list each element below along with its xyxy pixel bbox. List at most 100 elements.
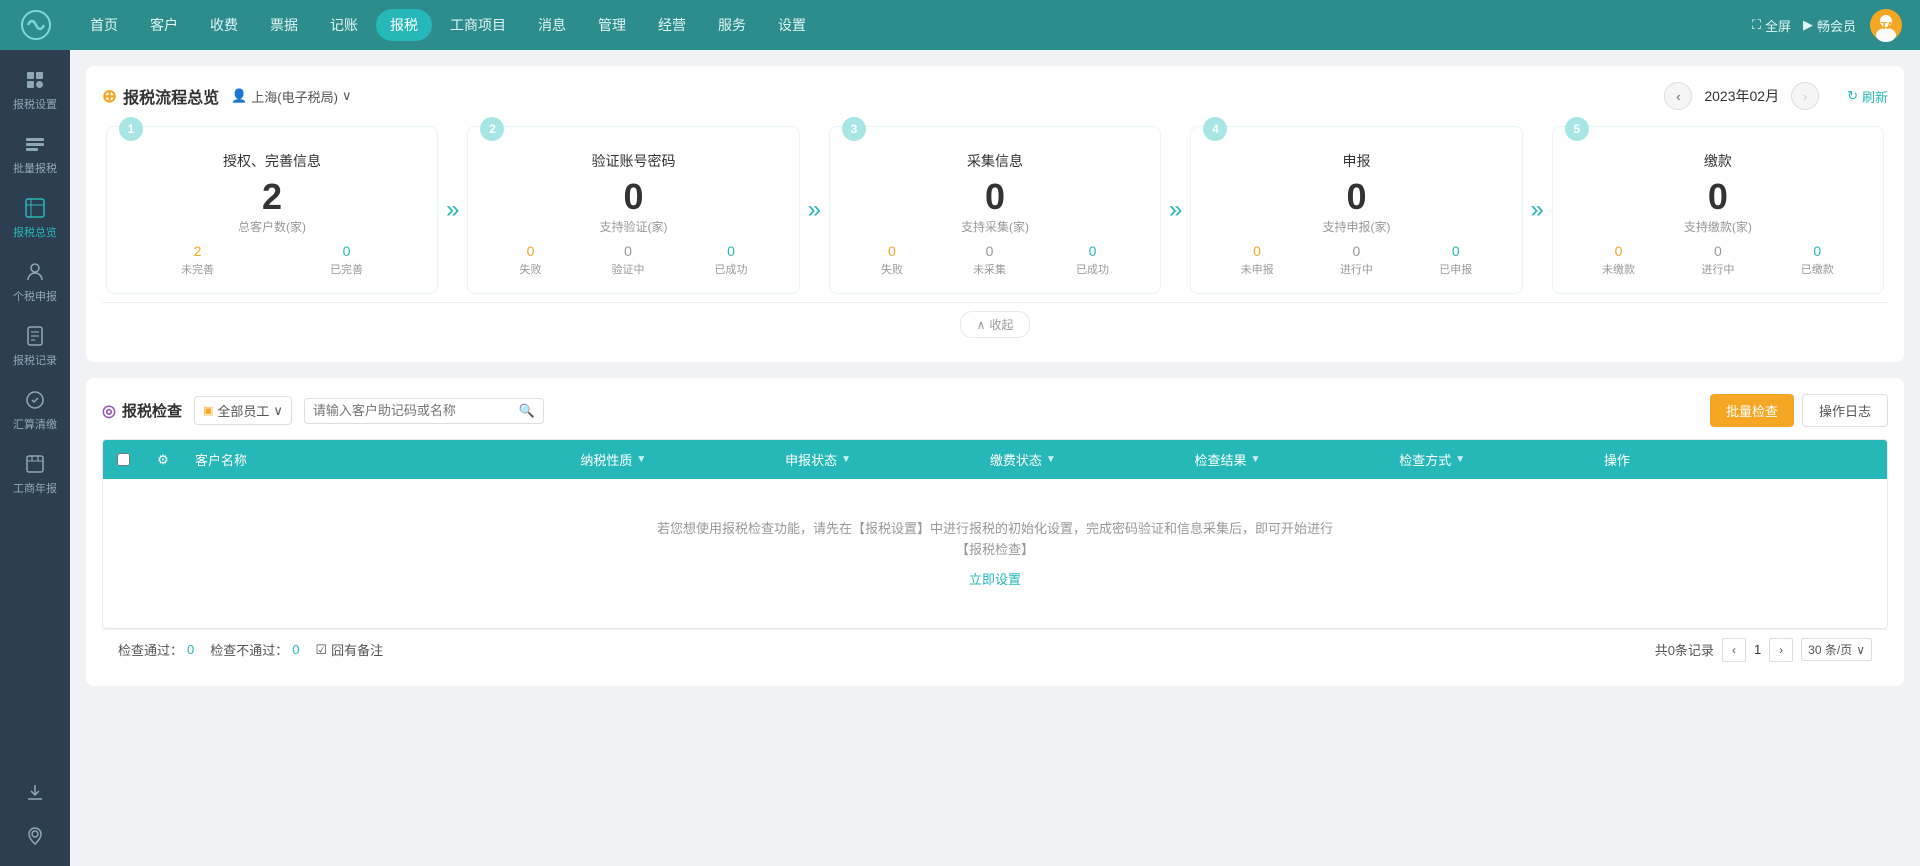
check-panel: ◎ 报税检查 ▣ 全部员工 ∨ 🔍 批量检查 操作日志 <box>86 378 1904 686</box>
tax-filter-icon[interactable]: ▼ <box>636 454 646 465</box>
step-4-number: 4 <box>1203 117 1227 141</box>
step-3-number: 3 <box>842 117 866 141</box>
dropdown-arrow-icon: ∨ <box>273 403 283 419</box>
step-3-card: 3 采集信息 0 支持采集(家) 0 失败 0 未采集 <box>829 126 1161 294</box>
select-all-checkbox[interactable] <box>117 453 130 466</box>
step-2-title: 验证账号密码 <box>484 151 782 171</box>
note-badge: ☑ 囧有备注 <box>316 640 384 659</box>
sidebar-item-download[interactable] <box>17 770 53 814</box>
result-filter-icon[interactable]: ▼ <box>1251 454 1261 465</box>
step-5-title: 缴款 <box>1569 151 1867 171</box>
nav-bills[interactable]: 票据 <box>256 9 312 41</box>
fail-count-link[interactable]: 0 <box>292 642 299 657</box>
table-footer: 检查通过： 0 检查不通过： 0 ☑ 囧有备注 共0条记录 ‹ 1 › <box>102 629 1888 670</box>
sidebar-item-personal-tax[interactable]: 个税申报 <box>0 250 70 314</box>
batch-tax-icon <box>23 132 47 156</box>
stat-paid: 0 已缴款 <box>1801 243 1834 277</box>
nav-tax[interactable]: 报税 <box>376 9 432 41</box>
declare-filter-icon[interactable]: ▼ <box>841 454 851 465</box>
sidebar-item-location[interactable] <box>17 814 53 858</box>
nav-message[interactable]: 消息 <box>524 9 580 41</box>
membership-button[interactable]: ▶ 畅会员 <box>1803 16 1856 35</box>
employee-filter[interactable]: ▣ 全部员工 ∨ <box>194 396 292 425</box>
step-2-stats: 0 失败 0 验证中 0 已成功 <box>484 243 782 277</box>
stat-complete: 0 已完善 <box>330 243 363 277</box>
th-checkbox[interactable] <box>103 443 143 476</box>
location-selector[interactable]: 👤 上海(电子税局) ∨ <box>231 87 351 106</box>
nav-business[interactable]: 工商项目 <box>436 9 520 41</box>
check-header: ◎ 报税检查 ▣ 全部员工 ∨ 🔍 批量检查 操作日志 <box>102 394 1888 427</box>
operation-log-button[interactable]: 操作日志 <box>1802 394 1888 427</box>
nav-home[interactable]: 首页 <box>76 9 132 41</box>
step-3-title: 采集信息 <box>846 151 1144 171</box>
sidebar-item-tax-record[interactable]: 报税记录 <box>0 314 70 378</box>
table-header: ⚙ 客户名称 纳税性质 ▼ 申报状态 ▼ 缴费状态 ▼ <box>103 440 1887 479</box>
fullscreen-icon: ⛶ <box>1752 17 1761 33</box>
method-filter-icon[interactable]: ▼ <box>1455 454 1465 465</box>
batch-check-button[interactable]: 批量检查 <box>1710 394 1794 427</box>
next-page-button[interactable]: › <box>1769 638 1793 662</box>
nav-service[interactable]: 服务 <box>704 9 760 41</box>
collapse-button[interactable]: ∧ 收起 <box>960 311 1031 338</box>
nav-accounting[interactable]: 记账 <box>316 9 372 41</box>
th-gear[interactable]: ⚙ <box>143 442 183 478</box>
sidebar-item-business-annual[interactable]: 工商年报 <box>0 442 70 506</box>
current-page: 1 <box>1754 642 1761 657</box>
step-3-count: 0 <box>846 175 1144 218</box>
sidebar-item-batch-tax[interactable]: 批量报税 <box>0 122 70 186</box>
arrow-3: » <box>1165 126 1186 294</box>
per-page-selector[interactable]: 30 条/页 ∨ <box>1801 638 1872 661</box>
sidebar: 报税设置 批量报税 报税总览 <box>0 50 70 866</box>
prev-page-button[interactable]: ‹ <box>1722 638 1746 662</box>
current-month: 2023年02月 <box>1704 86 1779 106</box>
play-icon: ▶ <box>1803 17 1813 33</box>
business-annual-icon <box>23 452 47 476</box>
stat-undeclared: 0 未申报 <box>1241 243 1274 277</box>
panel-header: ⊕ 报税流程总览 👤 上海(电子税局) ∨ ‹ 2023年02月 › ↻ 刷新 <box>102 82 1888 110</box>
step-1-title: 授权、完善信息 <box>123 151 421 171</box>
prev-month-button[interactable]: ‹ <box>1664 82 1692 110</box>
pass-count-link[interactable]: 0 <box>187 642 194 657</box>
nav-fees[interactable]: 收费 <box>196 9 252 41</box>
fullscreen-button[interactable]: ⛶ 全屏 <box>1752 16 1791 35</box>
nav-manage[interactable]: 管理 <box>584 9 640 41</box>
step-2-card: 2 验证账号密码 0 支持验证(家) 0 失败 0 验证中 <box>467 126 799 294</box>
setup-link[interactable]: 立即设置 <box>969 569 1021 588</box>
fail-stat: 检查不通过： 0 <box>210 640 299 659</box>
step-1-stats: 2 未完善 0 已完善 <box>123 243 421 277</box>
refresh-icon: ↻ <box>1847 88 1858 104</box>
step-1-count: 2 <box>123 175 421 218</box>
search-input[interactable] <box>313 403 515 418</box>
next-month-button[interactable]: › <box>1791 82 1819 110</box>
sidebar-item-settlement[interactable]: 汇算清缴 <box>0 378 70 442</box>
overview-panel: ⊕ 报税流程总览 👤 上海(电子税局) ∨ ‹ 2023年02月 › ↻ 刷新 <box>86 66 1904 362</box>
stat-incomplete: 2 未完善 <box>181 243 214 277</box>
sidebar-item-tax-settings[interactable]: 报税设置 <box>0 58 70 122</box>
settlement-icon <box>23 388 47 412</box>
refresh-button[interactable]: ↻ 刷新 <box>1847 87 1888 106</box>
stat-inprogress-5: 0 进行中 <box>1701 243 1734 277</box>
download-icon <box>23 780 47 804</box>
step-2-count: 0 <box>484 175 782 218</box>
per-page-arrow-icon: ∨ <box>1856 643 1865 657</box>
chevron-down-icon: ∨ <box>342 88 352 104</box>
search-icon[interactable]: 🔍 <box>519 403 535 419</box>
step-1-subtitle: 总客户数(家) <box>123 218 421 235</box>
sidebar-bottom <box>17 770 53 858</box>
avatar[interactable]: iTA <box>1868 7 1904 43</box>
table-body-empty: 若您想使用报税检查功能，请先在【报税设置】中进行报税的初始化设置，完成密码验证和… <box>103 479 1887 628</box>
th-action: 操作 <box>1592 440 1887 479</box>
chevron-up-icon: ∧ <box>977 318 986 332</box>
nav-operation[interactable]: 经营 <box>644 9 700 41</box>
step-5-number: 5 <box>1565 117 1589 141</box>
tax-overview-icon <box>23 196 47 220</box>
stat-declared: 0 已申报 <box>1439 243 1472 277</box>
pay-filter-icon[interactable]: ▼ <box>1046 454 1056 465</box>
th-check-method: 检查方式 ▼ <box>1387 440 1592 479</box>
stat-fail: 0 失败 <box>519 243 541 277</box>
nav-customer[interactable]: 客户 <box>136 9 192 41</box>
check-title: ◎ 报税检查 <box>102 400 182 421</box>
filter-icon-small: ▣ <box>203 404 213 417</box>
sidebar-item-tax-overview[interactable]: 报税总览 <box>0 186 70 250</box>
nav-settings[interactable]: 设置 <box>764 9 820 41</box>
